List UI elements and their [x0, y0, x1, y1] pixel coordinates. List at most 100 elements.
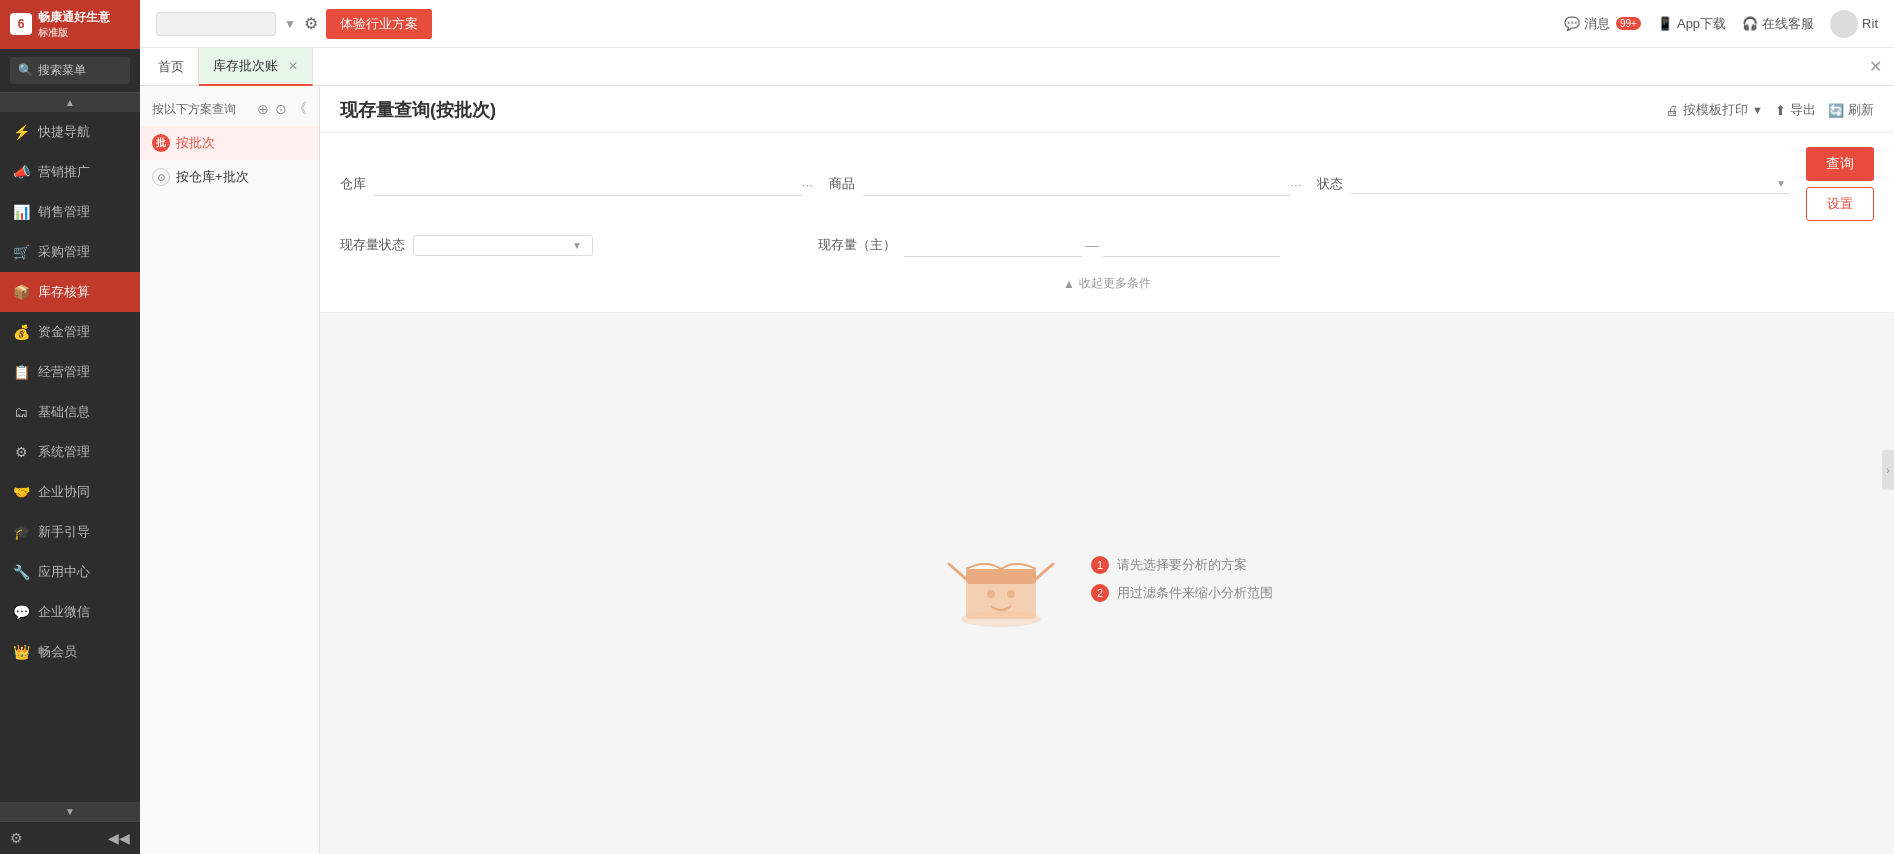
inventory-qty-min-input[interactable] [904, 233, 1082, 257]
search-menu-button[interactable]: 🔍 搜索菜单 [10, 57, 130, 84]
apps-icon: 🔧 [12, 563, 30, 581]
collapse-panel-button[interactable]: 《 [293, 100, 307, 118]
sidebar-item-label: 销售管理 [38, 203, 90, 221]
sidebar-item-label: 新手引导 [38, 523, 90, 541]
sidebar-item-label: 快捷导航 [38, 123, 90, 141]
query-button[interactable]: 查询 [1806, 147, 1874, 181]
tabs-bar: 首页 库存批次账 ✕ ✕ [140, 48, 1894, 86]
tab-panel-close-button[interactable]: ✕ [1857, 57, 1894, 76]
tab-home[interactable]: 首页 [144, 48, 199, 86]
sidebar-settings-icon[interactable]: ⚙ [10, 830, 23, 846]
tab-inventory-batch-label: 库存批次账 [213, 57, 278, 75]
logo-icon: 6 [10, 13, 32, 35]
sidebar-scroll-up-button[interactable]: ▲ [0, 93, 140, 112]
svg-line-6 [1036, 564, 1053, 579]
sidebar-collapse-icon[interactable]: ◀◀ [108, 830, 130, 846]
sidebar-item-apps[interactable]: 🔧 应用中心 [0, 552, 140, 592]
warehouse-label: 仓库 [340, 175, 366, 193]
app-name: 畅康通好生意 [38, 10, 110, 26]
sidebar-item-label: 系统管理 [38, 443, 90, 461]
left-panel: 按以下方案查询 ⊕ ⊙ 《 批 按批次 ⊙ 按仓库+批次 [140, 86, 320, 854]
right-panel: 现存量查询(按批次) 🖨 按模板打印 ▼ ⬆ 导出 🔄 刷新 [320, 86, 1894, 854]
refresh-icon: 🔄 [1828, 103, 1844, 118]
user-avatar [1830, 10, 1858, 38]
empty-tips: 1 请先选择要分析的方案 2 用过滤条件来缩小分析范围 [1091, 556, 1273, 612]
status-field: 状态 ▼ [1317, 174, 1790, 194]
tab-close-icon[interactable]: ✕ [288, 59, 298, 73]
goods-input[interactable] [863, 172, 1291, 196]
sidebar-item-guide[interactable]: 🎓 新手引导 [0, 512, 140, 552]
user-avatar-action[interactable]: Rit [1830, 10, 1878, 38]
sidebar-item-label: 企业协同 [38, 483, 90, 501]
system-icon: ⚙ [12, 443, 30, 461]
goods-more-button[interactable]: ··· [1291, 177, 1302, 192]
export-label: 导出 [1790, 101, 1816, 119]
export-button[interactable]: ⬆ 导出 [1775, 101, 1816, 119]
schema-settings-button[interactable]: ⊙ [275, 101, 287, 117]
tip-item-2: 2 用过滤条件来缩小分析范围 [1091, 584, 1273, 602]
schema-item-by-warehouse-batch[interactable]: ⊙ 按仓库+批次 [140, 160, 319, 194]
sidebar-item-finance[interactable]: 💰 资金管理 [0, 312, 140, 352]
sidebar-item-purchase[interactable]: 🛒 采购管理 [0, 232, 140, 272]
sidebar-item-sales[interactable]: 📊 销售管理 [0, 192, 140, 232]
app-download-action[interactable]: 📱 App下载 [1657, 15, 1726, 33]
sidebar-item-operation[interactable]: 📋 经营管理 [0, 352, 140, 392]
schema-active-icon: 批 [152, 134, 170, 152]
inventory-qty-field: 现存量（主） — [818, 233, 1280, 257]
purchase-icon: 🛒 [12, 243, 30, 261]
status-dropdown-icon: ▼ [1776, 178, 1786, 189]
search-icon: 🔍 [18, 63, 33, 77]
left-panel-title: 按以下方案查询 [152, 101, 236, 118]
tab-inventory-batch[interactable]: 库存批次账 ✕ [199, 48, 313, 86]
online-service-action[interactable]: 🎧 在线客服 [1742, 15, 1814, 33]
inventory-qty-max-input[interactable] [1103, 233, 1281, 257]
warehouse-more-button[interactable]: ··· [802, 177, 813, 192]
sidebar-item-label: 企业微信 [38, 603, 90, 621]
topbar-input[interactable] [156, 12, 276, 36]
messages-action[interactable]: 💬 消息 99+ [1564, 15, 1641, 33]
marketing-icon: 📣 [12, 163, 30, 181]
main-area: ▼ ⚙ 体验行业方案 💬 消息 99+ 📱 App下载 🎧 在线客服 Rit [140, 0, 1894, 854]
warehouse-input[interactable] [374, 172, 802, 196]
sidebar-item-label: 采购管理 [38, 243, 90, 261]
filter-settings-button[interactable]: 设置 [1806, 187, 1874, 221]
user-name: Rit [1862, 16, 1878, 31]
inventory-status-field: 现存量状态 ▼ [340, 235, 802, 256]
sidebar-item-enterprise[interactable]: 🤝 企业协同 [0, 472, 140, 512]
sidebar-footer: ⚙ ◀◀ [0, 821, 140, 854]
sidebar-item-inventory[interactable]: 📦 库存核算 [0, 272, 140, 312]
messages-label: 消息 [1584, 15, 1610, 33]
sidebar-item-vip[interactable]: 👑 畅会员 [0, 632, 140, 672]
app-download-label: App下载 [1677, 15, 1726, 33]
sidebar-item-system[interactable]: ⚙ 系统管理 [0, 432, 140, 472]
status-dropdown[interactable]: ▼ [1351, 174, 1790, 194]
sidebar-item-marketing[interactable]: 📣 营销推广 [0, 152, 140, 192]
experience-industry-button[interactable]: 体验行业方案 [326, 9, 432, 39]
schema-item-by-batch[interactable]: 批 按批次 [140, 126, 319, 160]
sidebar-item-label: 资金管理 [38, 323, 90, 341]
page-header-actions: 🖨 按模板打印 ▼ ⬆ 导出 🔄 刷新 [1666, 101, 1874, 119]
sidebar-nav: ⚡ 快捷导航 📣 营销推广 📊 销售管理 🛒 采购管理 📦 库存核算 💰 资金管… [0, 112, 140, 802]
right-side-toggle-button[interactable]: › [1882, 450, 1894, 490]
print-dropdown-icon[interactable]: ▼ [1752, 104, 1763, 116]
left-panel-actions: ⊕ ⊙ 《 [257, 100, 307, 118]
quick-nav-icon: ⚡ [12, 123, 30, 141]
inventory-qty-separator: — [1086, 238, 1099, 253]
refresh-button[interactable]: 🔄 刷新 [1828, 101, 1874, 119]
add-schema-button[interactable]: ⊕ [257, 101, 269, 117]
sidebar-item-label: 基础信息 [38, 403, 90, 421]
sidebar-item-quick-nav[interactable]: ⚡ 快捷导航 [0, 112, 140, 152]
topbar-dropdown-icon[interactable]: ▼ [284, 17, 296, 31]
sidebar-scroll-down-button[interactable]: ▼ [0, 802, 140, 821]
sidebar-item-basic[interactable]: 🗂 基础信息 [0, 392, 140, 432]
inventory-status-dropdown[interactable]: ▼ [413, 235, 593, 256]
sidebar-header: 6 畅康通好生意 标准版 [0, 0, 140, 49]
collapse-label: 收起更多条件 [1079, 275, 1151, 292]
wechat-icon: 💬 [12, 603, 30, 621]
action-buttons: 查询 设置 [1806, 147, 1874, 221]
tip-number-2: 2 [1091, 584, 1109, 602]
topbar-gear-icon[interactable]: ⚙ [304, 14, 318, 33]
sidebar-item-wechat[interactable]: 💬 企业微信 [0, 592, 140, 632]
print-template-button[interactable]: 🖨 按模板打印 ▼ [1666, 101, 1763, 119]
collapse-more-button[interactable]: ▲ 收起更多条件 [340, 269, 1874, 298]
